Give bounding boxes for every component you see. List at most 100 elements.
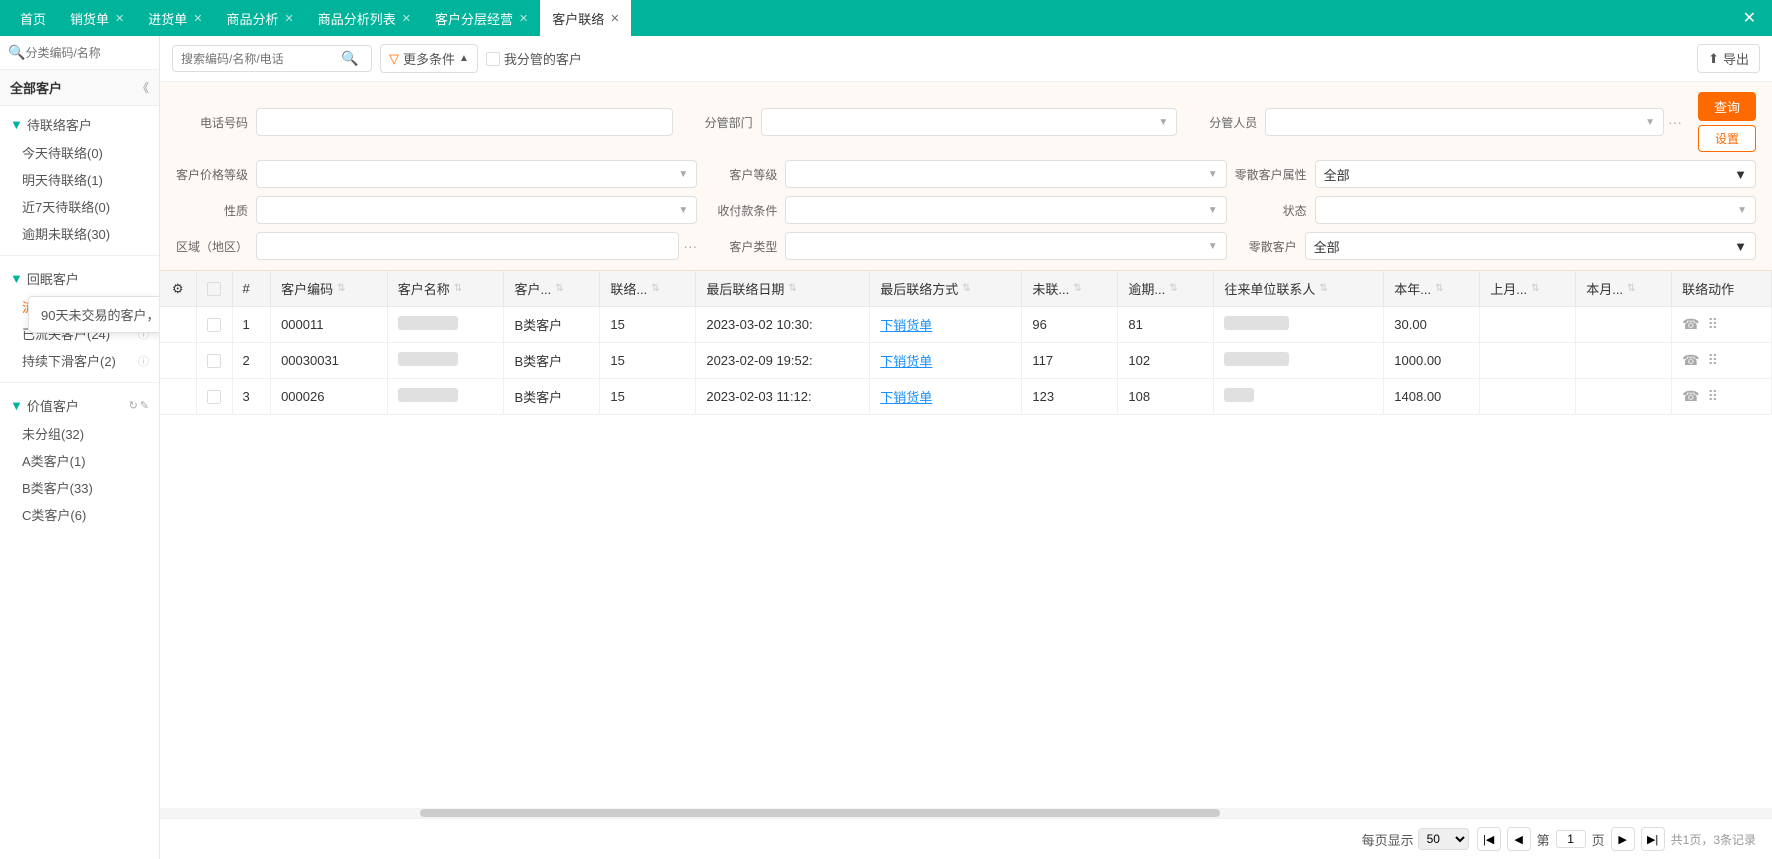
nav-analysis[interactable]: 商品分析 ✕	[214, 0, 305, 36]
close-purchase-icon[interactable]: ✕	[193, 12, 202, 25]
query-button[interactable]: 查询	[1698, 92, 1756, 121]
row1-select-checkbox[interactable]	[207, 318, 221, 332]
nav-customer-tier[interactable]: 客户分层经营 ✕	[423, 0, 540, 36]
row1-method[interactable]: 下销货单	[870, 307, 1022, 343]
scattered-attr-select[interactable]: 全部 ▼	[1315, 160, 1756, 188]
nav-home[interactable]: 首页	[8, 0, 58, 36]
th-this-year[interactable]: 本年... ⇅	[1384, 271, 1480, 307]
close-sales-icon[interactable]: ✕	[115, 12, 124, 25]
customer-level-select[interactable]: ▼	[785, 160, 1226, 188]
uncontacted-sort-icon[interactable]: ⇅	[1073, 283, 1081, 294]
last-page-button[interactable]: ▶|	[1641, 827, 1665, 851]
nav-analysis-table[interactable]: 商品分析列表 ✕	[306, 0, 423, 36]
row3-more-icon[interactable]: ⠿	[1708, 388, 1718, 405]
row1-contact-icon[interactable]: ☎	[1682, 316, 1699, 333]
sidebar-item-ungrouped[interactable]: 未分组(32)	[0, 420, 159, 447]
search-input[interactable]	[181, 52, 341, 66]
export-button[interactable]: ⬆ 导出	[1697, 44, 1760, 73]
row1-more-icon[interactable]: ⠿	[1708, 316, 1718, 333]
overdue-sort-icon[interactable]: ⇅	[1169, 283, 1177, 294]
th-unit-contact[interactable]: 往来单位联系人 ⇅	[1214, 271, 1384, 307]
price-level-select[interactable]: ▼	[256, 160, 697, 188]
sidebar-group-lapsed-title[interactable]: ▼ 回眠客户	[0, 264, 159, 293]
customer-type-select[interactable]: ▼	[785, 232, 1226, 260]
horizontal-scrollbar[interactable]	[160, 808, 1772, 818]
refresh-icon[interactable]: ↻	[129, 399, 138, 412]
region-ellipsis-button[interactable]: ···	[683, 238, 697, 254]
prev-page-button[interactable]: ◀	[1507, 827, 1531, 851]
th-last-month[interactable]: 上月... ⇅	[1480, 271, 1576, 307]
edit-icon[interactable]: ✎	[140, 399, 149, 412]
select-all-checkbox[interactable]	[207, 282, 221, 296]
th-checkbox[interactable]	[196, 271, 232, 307]
th-uncontacted[interactable]: 未联... ⇅	[1022, 271, 1118, 307]
sidebar-item-tomorrow[interactable]: 明天待联络(1)	[0, 166, 159, 193]
th-last-contact-date[interactable]: 最后联络日期 ⇅	[696, 271, 870, 307]
person-select[interactable]: ▼	[1265, 108, 1664, 136]
th-this-month[interactable]: 本月... ⇅	[1576, 271, 1672, 307]
settings-gear-icon[interactable]: ⚙	[172, 281, 184, 296]
region-select[interactable]	[256, 232, 679, 260]
first-page-button[interactable]: |◀	[1477, 827, 1501, 851]
th-last-contact-method[interactable]: 最后联络方式 ⇅	[870, 271, 1022, 307]
page-number-input[interactable]	[1556, 830, 1586, 848]
lm-sort-icon[interactable]: ⇅	[1531, 283, 1539, 294]
type-sort-icon[interactable]: ⇅	[555, 283, 563, 294]
sidebar-group-valued-title[interactable]: ▼ 价值客户 ↻ ✎	[0, 391, 159, 420]
row2-method[interactable]: 下销货单	[870, 343, 1022, 379]
sidebar-group-pending-title[interactable]: ▼ 待联络客户	[0, 110, 159, 139]
nature-select[interactable]: ▼	[256, 196, 697, 224]
sidebar-item-week[interactable]: 近7天待联络(0)	[0, 193, 159, 220]
th-code[interactable]: 客户编码 ⇅	[271, 271, 388, 307]
scattered-select[interactable]: 全部 ▼	[1305, 232, 1756, 260]
sidebar-item-c-class[interactable]: C类客户(6)	[0, 501, 159, 528]
dept-select[interactable]: ▼	[761, 108, 1178, 136]
th-contact[interactable]: 联络... ⇅	[600, 271, 696, 307]
sidebar-item-b-class[interactable]: B类客户(33)	[0, 474, 159, 501]
year-sort-icon[interactable]: ⇅	[1435, 283, 1443, 294]
status-select[interactable]: ▼	[1315, 196, 1756, 224]
th-type[interactable]: 客户... ⇅	[504, 271, 600, 307]
row3-checkbox[interactable]	[196, 379, 232, 415]
close-customer-tier-icon[interactable]: ✕	[519, 12, 528, 25]
nav-customer-link[interactable]: 客户联络 ✕	[540, 0, 631, 36]
search-button[interactable]: 🔍	[341, 50, 358, 67]
row2-checkbox[interactable]	[196, 343, 232, 379]
row3-method[interactable]: 下销货单	[870, 379, 1022, 415]
th-name[interactable]: 客户名称 ⇅	[387, 271, 504, 307]
row2-more-icon[interactable]: ⠿	[1708, 352, 1718, 369]
phone-input[interactable]	[256, 108, 673, 136]
contact-sort-icon[interactable]: ⇅	[651, 283, 659, 294]
sidebar-item-today[interactable]: 今天待联络(0)	[0, 139, 159, 166]
payment-select[interactable]: ▼	[785, 196, 1226, 224]
th-overdue[interactable]: 逾期... ⇅	[1118, 271, 1214, 307]
close-customer-link-icon[interactable]: ✕	[610, 12, 619, 25]
code-sort-icon[interactable]: ⇅	[337, 283, 345, 294]
nav-sales[interactable]: 销货单 ✕	[58, 0, 136, 36]
tm-sort-icon[interactable]: ⇅	[1627, 283, 1635, 294]
unit-sort-icon[interactable]: ⇅	[1319, 283, 1327, 294]
sidebar-item-overdue[interactable]: 逾期未联络(30)	[0, 220, 159, 247]
settings-button[interactable]: 设置	[1698, 125, 1756, 152]
sidebar-item-converting-down[interactable]: 持续下滑客户(2) ⓘ	[0, 347, 159, 374]
row1-checkbox[interactable]	[196, 307, 232, 343]
window-close-button[interactable]: ✕	[1735, 8, 1764, 28]
next-page-button[interactable]: ▶	[1611, 827, 1635, 851]
close-analysis-table-icon[interactable]: ✕	[402, 12, 411, 25]
sidebar-item-a-class[interactable]: A类客户(1)	[0, 447, 159, 474]
nav-purchase[interactable]: 进货单 ✕	[136, 0, 214, 36]
method-sort-icon[interactable]: ⇅	[962, 283, 970, 294]
date-sort-icon[interactable]: ⇅	[788, 283, 796, 294]
per-page-select[interactable]: 50 100 200	[1418, 828, 1469, 850]
person-ellipsis-button[interactable]: ···	[1668, 114, 1682, 130]
all-customers-section[interactable]: 全部客户 《	[0, 70, 159, 106]
scrollbar-thumb[interactable]	[420, 809, 1220, 817]
th-settings[interactable]: ⚙	[160, 271, 196, 307]
more-conditions-button[interactable]: ▽ 更多条件 ▲	[380, 44, 478, 73]
my-customers-checkbox[interactable]	[486, 52, 500, 66]
row2-contact-icon[interactable]: ☎	[1682, 352, 1699, 369]
row3-contact-icon[interactable]: ☎	[1682, 388, 1699, 405]
name-sort-icon[interactable]: ⇅	[454, 283, 462, 294]
sidebar-search-input[interactable]	[25, 46, 160, 60]
row3-select-checkbox[interactable]	[207, 390, 221, 404]
